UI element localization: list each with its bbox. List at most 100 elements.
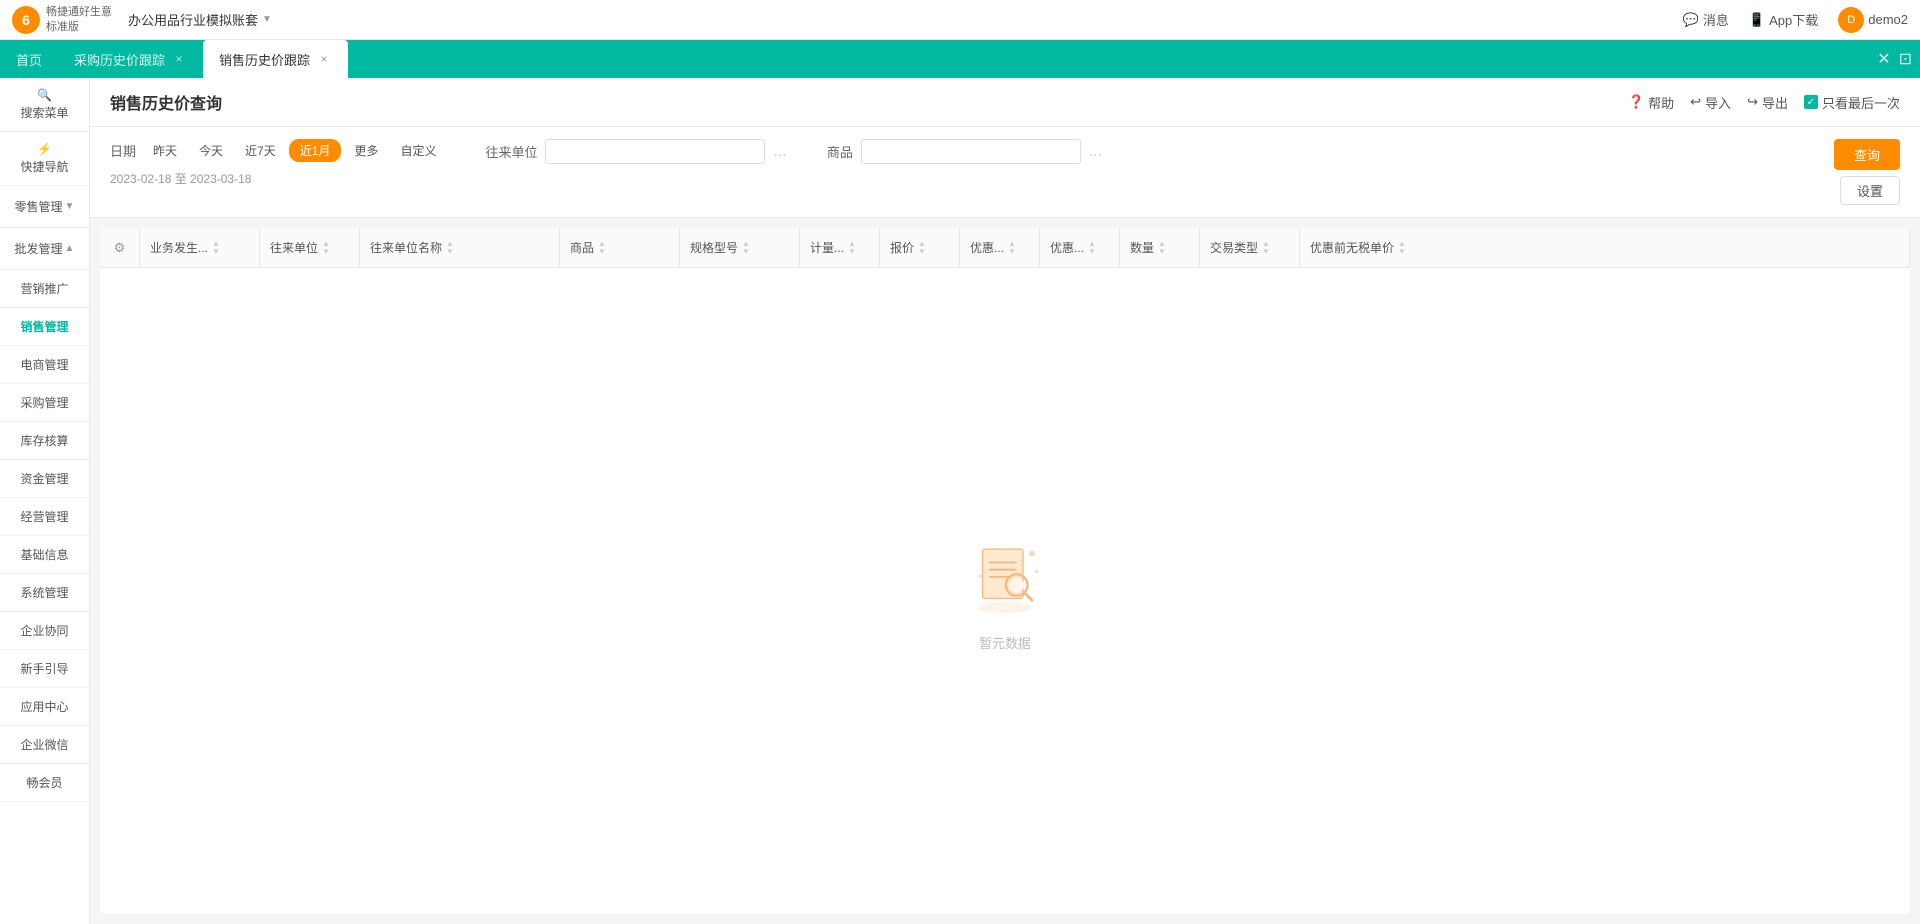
product-filter-group: 商品 ...	[827, 139, 1102, 164]
tab-sales-history[interactable]: 销售历史价跟踪 ×	[203, 40, 348, 78]
export-icon: ↪	[1747, 94, 1758, 110]
sort-icon: ▲▼	[742, 240, 750, 256]
sort-icon: ▲▼	[1088, 240, 1096, 256]
sort-icon: ▲▼	[1158, 240, 1166, 256]
settings-button[interactable]: 设置	[1840, 176, 1900, 205]
tab-purchase-history[interactable]: 采购历史价跟踪 ×	[58, 40, 203, 78]
maximize-button[interactable]: ⊡	[1899, 49, 1912, 69]
sort-icon: ▲▼	[1398, 240, 1406, 256]
close-all-tabs-button[interactable]: ✕	[1877, 49, 1890, 69]
th-price[interactable]: 报价 ▲▼	[880, 228, 960, 267]
sort-icon: ▲▼	[848, 240, 856, 256]
sidebar-item-enterprise-collab[interactable]: 企业协同	[0, 612, 89, 650]
query-button[interactable]: 查询	[1834, 139, 1900, 170]
logo-icon: 6	[12, 6, 40, 34]
date-btn-custom[interactable]: 自定义	[391, 139, 445, 162]
close-sales-tab-button[interactable]: ×	[316, 51, 332, 67]
help-button[interactable]: ❓ 帮助	[1628, 93, 1674, 112]
page-title: 销售历史价查询	[110, 90, 222, 114]
avatar-icon: D	[1838, 7, 1864, 33]
th-quantity[interactable]: 数量 ▲▼	[1120, 228, 1200, 267]
th-spec[interactable]: 规格型号 ▲▼	[680, 228, 800, 267]
close-purchase-tab-button[interactable]: ×	[171, 51, 187, 67]
th-unit[interactable]: 计量... ▲▼	[800, 228, 880, 267]
table-container: ⚙ 业务发生... ▲▼ 往来单位 ▲▼ 往来单位名称 ▲▼ 商品 ▲▼	[100, 228, 1910, 914]
th-product[interactable]: 商品 ▲▼	[560, 228, 680, 267]
th-discount2[interactable]: 优惠... ▲▼	[1040, 228, 1120, 267]
th-partner-name[interactable]: 往来单位名称 ▲▼	[360, 228, 560, 267]
sidebar-item-inventory[interactable]: 库存核算	[0, 422, 89, 460]
sidebar-item-system[interactable]: 系统管理	[0, 574, 89, 612]
sort-icon: ▲▼	[918, 240, 926, 256]
message-icon: 💬	[1683, 12, 1699, 28]
only-last-checkbox-label[interactable]: ✓ 只看最后一次	[1804, 93, 1900, 112]
table-settings-button[interactable]: ⚙	[100, 228, 140, 267]
page-header: 销售历史价查询 ❓ 帮助 ↩ 导入 ↪ 导出 ✓ 只看最后一次	[90, 78, 1920, 127]
filter-actions: 查询 设置	[1834, 139, 1900, 205]
partner-picker-button[interactable]: ...	[773, 143, 786, 161]
date-btn-7days[interactable]: 近7天	[236, 139, 285, 162]
sidebar-item-basic-info[interactable]: 基础信息	[0, 536, 89, 574]
empty-text: 暂元数据	[979, 633, 1031, 652]
date-buttons: 昨天 今天 近7天 近1月 更多 自定义	[144, 139, 445, 162]
tab-home[interactable]: 首页	[0, 40, 58, 78]
app-download-button[interactable]: 📱 App下载	[1749, 10, 1818, 29]
sort-icon: ▲▼	[1262, 240, 1270, 256]
sidebar-item-marketing[interactable]: 营销推广	[0, 270, 89, 308]
sidebar-item-app-center[interactable]: 应用中心	[0, 688, 89, 726]
sidebar-item-newbie-guide[interactable]: 新手引导	[0, 650, 89, 688]
user-avatar[interactable]: D demo2	[1838, 7, 1908, 33]
search-icon: 🔍	[37, 88, 52, 102]
sidebar-item-label: 批发管理	[15, 240, 63, 257]
empty-illustration	[960, 531, 1050, 621]
sidebar-item-search[interactable]: 🔍 搜索菜单	[0, 78, 89, 132]
quick-nav-icon: ⚡	[37, 142, 52, 156]
top-bar-left: 6 畅捷通好生意 标准版 办公用品行业模拟账套 ▼	[12, 5, 280, 34]
main-layout: 🔍 搜索菜单 ⚡ 快捷导航 零售管理 ▼ 批发管理 ▲ 营销推广 销售管理 电商…	[0, 78, 1920, 924]
chevron-down-icon: ▼	[262, 14, 272, 25]
content-area: 销售历史价查询 ❓ 帮助 ↩ 导入 ↪ 导出 ✓ 只看最后一次	[90, 78, 1920, 924]
product-picker-button[interactable]: ...	[1089, 143, 1102, 161]
sidebar-item-label: 零售管理	[15, 198, 63, 215]
date-filter-label: 日期	[110, 141, 136, 160]
th-discount1[interactable]: 优惠... ▲▼	[960, 228, 1040, 267]
th-pretax-price[interactable]: 优惠前无税单价 ▲▼	[1300, 228, 1910, 267]
date-btn-yesterday[interactable]: 昨天	[144, 139, 186, 162]
date-range-display: 2023-02-18 至 2023-03-18	[110, 170, 445, 187]
sidebar-item-ecommerce[interactable]: 电商管理	[0, 346, 89, 384]
date-btn-1month[interactable]: 近1月	[289, 139, 342, 162]
table-header: ⚙ 业务发生... ▲▼ 往来单位 ▲▼ 往来单位名称 ▲▼ 商品 ▲▼	[100, 228, 1910, 268]
date-btn-more[interactable]: 更多	[345, 139, 387, 162]
import-button[interactable]: ↩ 导入	[1690, 93, 1731, 112]
product-filter-input[interactable]	[861, 139, 1081, 164]
partner-filter-input[interactable]	[545, 139, 765, 164]
top-bar-right: 💬 消息 📱 App下载 D demo2	[1683, 7, 1908, 33]
chevron-down-icon: ▼	[65, 201, 75, 212]
th-partner[interactable]: 往来单位 ▲▼	[260, 228, 360, 267]
partner-filter-group: 往来单位 ...	[485, 139, 786, 164]
sidebar-item-finance[interactable]: 资金管理	[0, 460, 89, 498]
import-icon: ↩	[1690, 94, 1701, 110]
export-button[interactable]: ↪ 导出	[1747, 93, 1788, 112]
sidebar-item-sales[interactable]: 销售管理	[0, 308, 89, 346]
sidebar-item-wholesale[interactable]: 批发管理 ▲	[0, 228, 89, 270]
th-transaction-type[interactable]: 交易类型 ▲▼	[1200, 228, 1300, 267]
sidebar-item-quick-nav[interactable]: ⚡ 快捷导航	[0, 132, 89, 186]
tab-bar: 首页 采购历史价跟踪 × 销售历史价跟踪 × ✕ ⊡	[0, 40, 1920, 78]
sidebar-item-purchase[interactable]: 采购管理	[0, 384, 89, 422]
account-selector[interactable]: 办公用品行业模拟账套 ▼	[120, 6, 280, 33]
message-button[interactable]: 💬 消息	[1683, 10, 1729, 29]
sort-icon: ▲▼	[322, 240, 330, 256]
only-last-checkbox[interactable]: ✓	[1804, 95, 1818, 109]
sidebar-item-membership[interactable]: 畅会员	[0, 764, 89, 802]
sort-icon: ▲▼	[1008, 240, 1016, 256]
phone-icon: 📱	[1749, 12, 1765, 28]
th-business-date[interactable]: 业务发生... ▲▼	[140, 228, 260, 267]
partner-filter-label: 往来单位	[485, 142, 537, 161]
sidebar-item-business[interactable]: 经营管理	[0, 498, 89, 536]
date-btn-today[interactable]: 今天	[190, 139, 232, 162]
top-bar: 6 畅捷通好生意 标准版 办公用品行业模拟账套 ▼ 💬 消息 📱 App下载 D…	[0, 0, 1920, 40]
sidebar-item-retail[interactable]: 零售管理 ▼	[0, 186, 89, 228]
sidebar-item-enterprise-wechat[interactable]: 企业微信	[0, 726, 89, 764]
empty-state: 暂元数据	[100, 268, 1910, 914]
